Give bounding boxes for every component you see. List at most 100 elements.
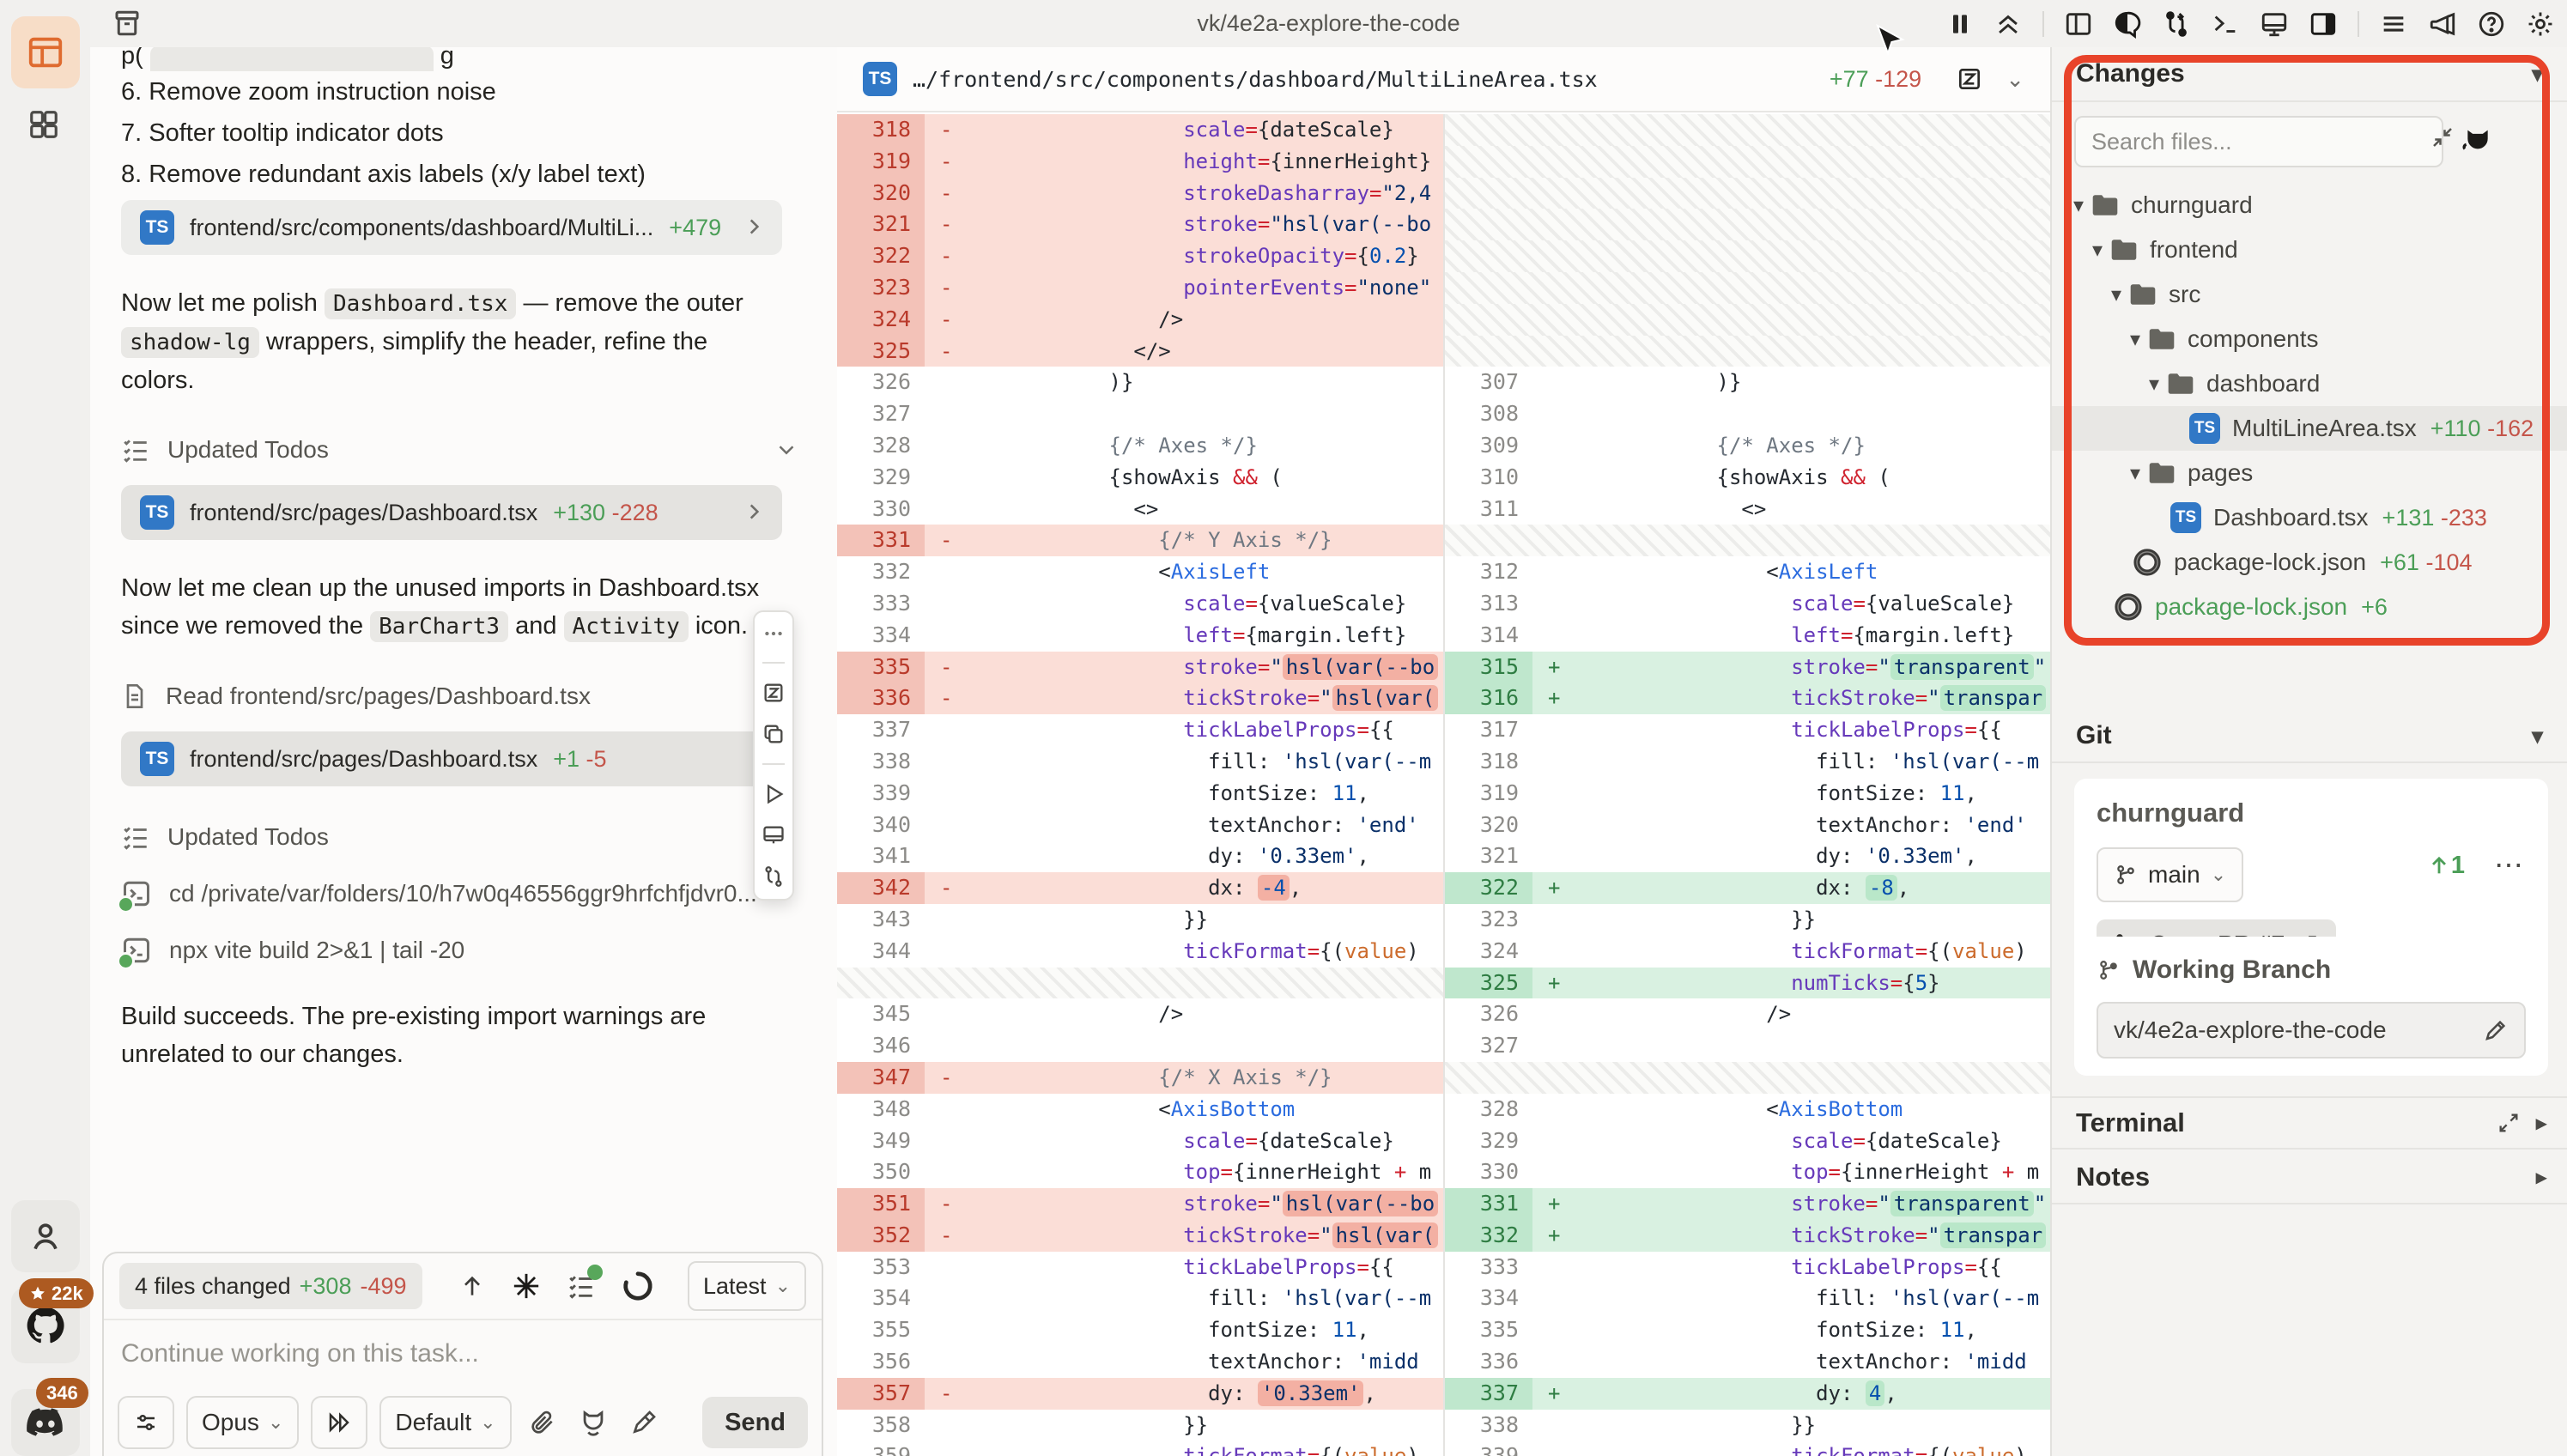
mode-dropdown[interactable]: Default⌄ xyxy=(379,1396,511,1449)
panel-right-filled-icon[interactable] xyxy=(2309,9,2338,39)
help-icon[interactable] xyxy=(2477,9,2506,39)
fast-forward-button[interactable] xyxy=(311,1396,367,1449)
file-change-chip[interactable]: TSfrontend/src/pages/Dashboard.tsx+1 -5 xyxy=(121,731,782,786)
line-number: 320 xyxy=(837,178,925,209)
diff-old-line: 341 dy: '0.33em', xyxy=(837,840,1443,872)
composer-settings-button[interactable] xyxy=(118,1396,174,1449)
collapse-caret-icon[interactable]: ▾ xyxy=(2532,723,2543,749)
arrow-up-icon[interactable] xyxy=(458,1272,486,1300)
settings-gear-icon[interactable] xyxy=(2526,9,2555,39)
changes-section-header[interactable]: Changes ▾ xyxy=(2052,47,2567,102)
diff-old-line: 339 fontSize: 11, xyxy=(837,778,1443,810)
terminal-icon[interactable] xyxy=(2211,9,2240,39)
cat-icon[interactable] xyxy=(579,1408,608,1437)
tree-folder-row[interactable]: ▾dashboard xyxy=(2052,361,2567,406)
profile-button[interactable] xyxy=(11,1200,80,1272)
message-input[interactable]: Continue working on this task... xyxy=(104,1320,822,1368)
copy-icon[interactable] xyxy=(762,722,786,746)
chat-action-row[interactable]: Updated Todos xyxy=(121,816,799,858)
grid-view-icon[interactable] xyxy=(27,108,60,141)
collapse-panel-icon[interactable] xyxy=(2430,124,2455,150)
chevron-expanded-icon[interactable]: ▾ xyxy=(2122,461,2148,486)
diff-split-view[interactable]: 318- scale={dateScale}319- height={inner… xyxy=(837,114,2050,1456)
chevron-expanded-icon[interactable]: ▾ xyxy=(2103,282,2129,307)
tree-file-row[interactable]: package-lock.json+61 -104 xyxy=(2052,540,2567,585)
tree-folder-row[interactable]: ▾frontend xyxy=(2052,228,2567,272)
display-icon[interactable] xyxy=(2260,9,2289,39)
folder-icon xyxy=(2148,328,2176,350)
monitor-icon[interactable] xyxy=(762,823,786,847)
line-number: 351 xyxy=(837,1188,925,1220)
tree-folder-row[interactable]: ▾ src xyxy=(2052,272,2567,317)
run-icon[interactable] xyxy=(762,782,786,806)
model-dropdown[interactable]: Opus⌄ xyxy=(186,1396,299,1449)
chevron-right-icon[interactable] xyxy=(743,215,765,238)
git-compare-icon[interactable] xyxy=(762,864,786,889)
tree-file-row[interactable]: TSDashboard.tsx+131 -233 xyxy=(2052,495,2567,540)
chat-action-row[interactable]: cd /private/var/folders/10/h7w0q46556ggr… xyxy=(121,872,799,915)
change-marker: - xyxy=(925,240,985,272)
chat-action-row[interactable]: Updated Todos xyxy=(121,428,799,471)
files-changed-chip[interactable]: 4 files changed +308 -499 xyxy=(119,1263,422,1309)
terminal-section-row[interactable]: Terminal ▸ xyxy=(2052,1096,2567,1150)
tree-file-row[interactable]: TSMultiLineArea.tsx+110 -162 xyxy=(2052,406,2567,451)
notes-section-row[interactable]: Notes ▸ xyxy=(2052,1151,2567,1204)
chevrons-up-icon[interactable] xyxy=(1994,9,2023,39)
tree-folder-row[interactable]: ▾churnguard xyxy=(2052,183,2567,228)
diff-row: 323- pointerEvents="none" xyxy=(837,272,2050,304)
file-change-chip[interactable]: TSfrontend/src/pages/Dashboard.tsx+130 -… xyxy=(121,485,782,540)
file-change-chip[interactable]: TSfrontend/src/components/dashboard/Mult… xyxy=(121,200,782,255)
todos-status-icon[interactable] xyxy=(567,1271,596,1301)
diff-row: 357- dy: '0.33em',337+ dy: 4, xyxy=(837,1378,2050,1410)
chat-action-row[interactable]: Read frontend/src/pages/Dashboard.tsx xyxy=(121,675,799,718)
chevron-down-icon[interactable]: ⌄ xyxy=(2006,66,2024,93)
chevron-expanded-icon[interactable]: ▾ xyxy=(2085,238,2110,263)
line-number: 325 xyxy=(1445,968,1532,999)
working-branch-field[interactable]: vk/4e2a-explore-the-code xyxy=(2097,1002,2526,1059)
cat-icon[interactable] xyxy=(2461,124,2495,159)
attach-icon[interactable] xyxy=(529,1409,556,1436)
tree-folder-row[interactable]: ▾components xyxy=(2052,317,2567,361)
diff-row: 324- /> xyxy=(837,304,2050,336)
diff-view-icon[interactable] xyxy=(762,681,786,705)
chat-action-row[interactable]: npx vite build 2>&1 | tail -20 xyxy=(121,929,799,972)
code-text: fill: 'hsl(var(--m xyxy=(1593,1283,2050,1314)
diff-view-icon[interactable] xyxy=(1956,65,1983,93)
chat-bubble-icon[interactable] xyxy=(2113,9,2142,39)
diff-row: 320- strokeDasharray="2,4 xyxy=(837,178,2050,209)
line-number: 337 xyxy=(837,714,925,746)
git-more-menu[interactable]: ⋯ xyxy=(2494,848,2526,883)
workspace-tab-active[interactable] xyxy=(11,16,80,88)
more-options-icon[interactable] xyxy=(762,622,785,645)
file-name: src xyxy=(2169,281,2200,308)
change-marker: + xyxy=(1532,1188,1593,1220)
pause-icon[interactable] xyxy=(1946,10,1974,38)
git-compare-icon[interactable] xyxy=(2162,9,2191,39)
panel-left-icon[interactable] xyxy=(2064,9,2093,39)
folder-icon xyxy=(2167,373,2194,395)
branch-dropdown[interactable]: main⌄ xyxy=(2097,847,2243,902)
chevron-expanded-icon[interactable]: ▾ xyxy=(2066,193,2091,218)
tree-folder-row[interactable]: ▾pages xyxy=(2052,451,2567,495)
chevron-expanded-icon[interactable]: ▾ xyxy=(2141,372,2167,397)
spark-icon[interactable] xyxy=(512,1271,541,1301)
archive-box-icon[interactable] xyxy=(112,8,143,39)
latest-dropdown[interactable]: Latest⌄ xyxy=(688,1261,806,1311)
megaphone-icon[interactable] xyxy=(2428,9,2457,39)
send-button[interactable]: Send xyxy=(702,1397,808,1448)
pen-icon[interactable] xyxy=(630,1409,658,1436)
chevron-down-icon[interactable] xyxy=(774,437,799,463)
menu-icon[interactable] xyxy=(2379,9,2408,39)
git-section-header[interactable]: Git ▾ xyxy=(2052,710,2567,763)
line-number: 339 xyxy=(1445,1441,1532,1456)
collapse-caret-icon[interactable]: ▾ xyxy=(2532,61,2543,88)
action-label: Updated Todos xyxy=(167,823,329,851)
chevron-right-icon[interactable] xyxy=(743,500,765,523)
code-text: {/* Axes */} xyxy=(1593,430,2050,462)
search-files-input[interactable] xyxy=(2074,116,2443,167)
floating-toolbar xyxy=(753,610,794,901)
chat-paragraph: Now let me polish Dashboard.tsx — remove… xyxy=(121,284,770,399)
tree-file-row[interactable]: package-lock.json+6 xyxy=(2052,585,2567,629)
chevron-expanded-icon[interactable]: ▾ xyxy=(2122,327,2148,352)
change-marker xyxy=(925,1346,985,1378)
